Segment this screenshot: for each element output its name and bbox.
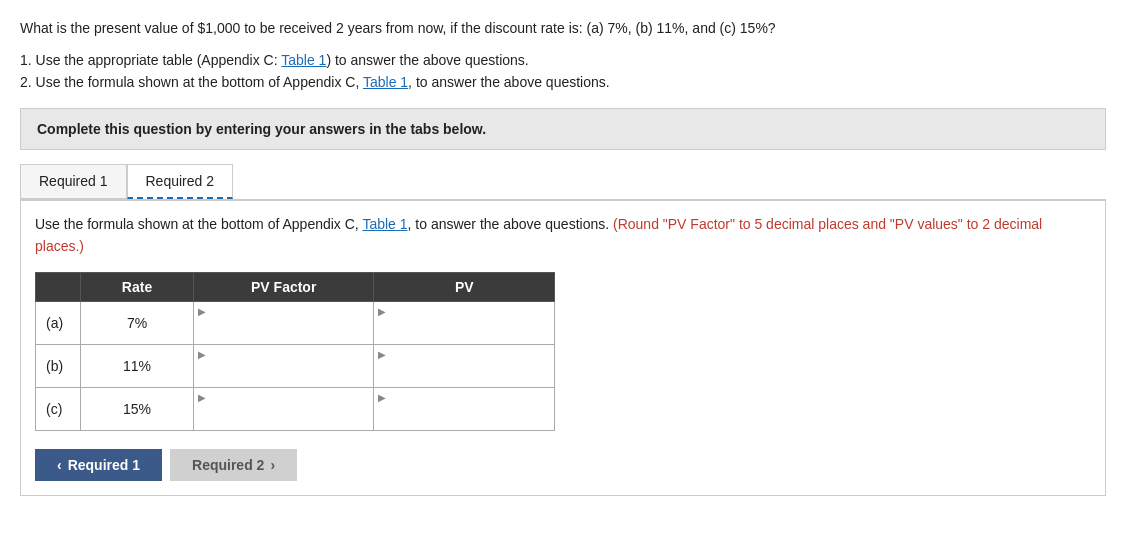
row-b-pv-factor-input[interactable] <box>194 361 374 387</box>
next-arrow-icon: › <box>270 457 275 473</box>
table-row: (c) 15% ▶ ▶ <box>36 387 555 430</box>
row-a-pv-arrow: ▶ <box>374 306 386 317</box>
row-c-label: (c) <box>36 387 81 430</box>
prev-required1-button[interactable]: ‹ Required 1 <box>35 449 162 481</box>
pv-table: Rate PV Factor PV (a) 7% ▶ ▶ (b) 11% <box>35 272 555 431</box>
question-text: What is the present value of $1,000 to b… <box>20 18 1106 39</box>
col-header-empty <box>36 272 81 301</box>
row-b-pv-cell: ▶ <box>374 344 555 387</box>
tab-required1[interactable]: Required 1 <box>20 164 127 199</box>
rounding-note: (Round "PV Factor" to 5 decimal places a… <box>35 216 1042 254</box>
row-b-pv-input[interactable] <box>374 361 554 387</box>
next-required2-button[interactable]: Required 2 › <box>170 449 297 481</box>
bottom-nav: ‹ Required 1 Required 2 › <box>35 449 1091 481</box>
row-c-pv-factor-arrow: ▶ <box>194 392 206 403</box>
instructions: 1. Use the appropriate table (Appendix C… <box>20 49 1106 94</box>
row-a-label: (a) <box>36 301 81 344</box>
row-a-pv-factor-input[interactable] <box>194 318 374 344</box>
tabs-row: Required 1 Required 2 <box>20 164 1106 201</box>
tab-content: Use the formula shown at the bottom of A… <box>20 201 1106 496</box>
col-header-pv: PV <box>374 272 555 301</box>
table1-link-2[interactable]: Table 1 <box>363 74 408 90</box>
row-c-pv-factor-input[interactable] <box>194 404 374 430</box>
row-b-pv-arrow: ▶ <box>374 349 386 360</box>
row-c-pv-factor-cell: ▶ <box>193 387 374 430</box>
row-b-rate: 11% <box>81 344 194 387</box>
row-a-pv-input[interactable] <box>374 318 554 344</box>
col-header-rate: Rate <box>81 272 194 301</box>
table-row: (b) 11% ▶ ▶ <box>36 344 555 387</box>
row-a-pv-cell: ▶ <box>374 301 555 344</box>
tab-description: Use the formula shown at the bottom of A… <box>35 213 1091 258</box>
row-b-label: (b) <box>36 344 81 387</box>
row-a-pv-factor-arrow: ▶ <box>194 306 206 317</box>
row-c-rate: 15% <box>81 387 194 430</box>
row-b-pv-factor-arrow: ▶ <box>194 349 206 360</box>
row-a-rate: 7% <box>81 301 194 344</box>
prev-arrow-icon: ‹ <box>57 457 62 473</box>
table-row: (a) 7% ▶ ▶ <box>36 301 555 344</box>
row-a-pv-factor-cell: ▶ <box>193 301 374 344</box>
instruction-line2: 2. Use the formula shown at the bottom o… <box>20 71 1106 93</box>
complete-box: Complete this question by entering your … <box>20 108 1106 150</box>
row-c-pv-input[interactable] <box>374 404 554 430</box>
instruction-line1: 1. Use the appropriate table (Appendix C… <box>20 49 1106 71</box>
row-b-pv-factor-cell: ▶ <box>193 344 374 387</box>
col-header-pv-factor: PV Factor <box>193 272 374 301</box>
row-c-pv-arrow: ▶ <box>374 392 386 403</box>
tab-required2[interactable]: Required 2 <box>127 164 234 199</box>
complete-box-text: Complete this question by entering your … <box>37 121 486 137</box>
table1-link-1[interactable]: Table 1 <box>281 52 326 68</box>
table1-link-3[interactable]: Table 1 <box>362 216 407 232</box>
row-c-pv-cell: ▶ <box>374 387 555 430</box>
